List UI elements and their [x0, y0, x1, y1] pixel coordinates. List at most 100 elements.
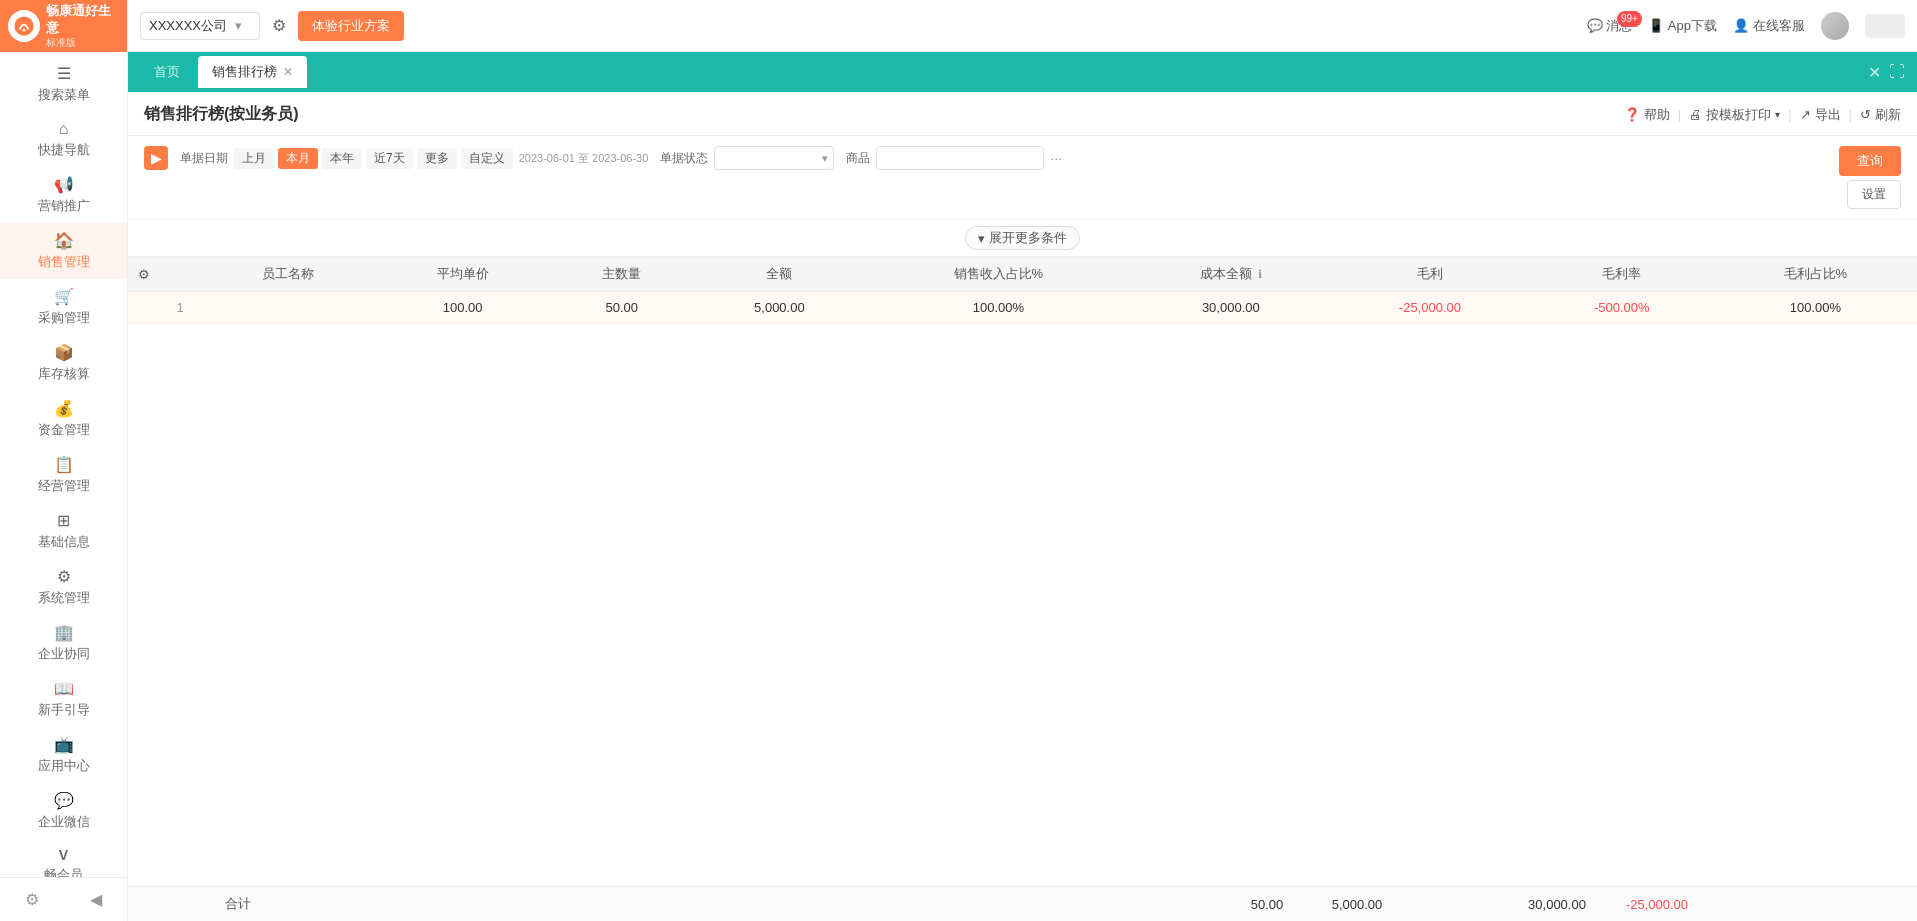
col-gross-rate: 毛利率 [1530, 257, 1714, 292]
filter-fields: 单据日期 上月 本月 本年 近7天 更多 自定义 2023-06-01 至 20… [180, 146, 1827, 170]
guide-icon: 📖 [54, 679, 74, 698]
footer-gross: -25,000.00 [1607, 897, 1707, 912]
marketing-icon: 📢 [54, 175, 74, 194]
sidebar-item-guide[interactable]: 📖 新手引导 [0, 671, 127, 727]
collapse-icon[interactable]: ◀ [82, 886, 110, 913]
sales-icon: 🏠 [54, 231, 74, 250]
sidebar-item-label: 快捷导航 [38, 141, 90, 159]
product-filter-group: 商品 ··· [846, 146, 1062, 170]
company-selector[interactable]: XXXXXX公司 ▾ [140, 12, 260, 40]
app-download-button[interactable]: 📱 App下载 [1648, 17, 1717, 35]
row-gross-rate: -500.00% [1530, 292, 1714, 324]
settings-bottom-icon[interactable]: ⚙ [17, 886, 47, 913]
sidebar-item-member[interactable]: V 畅会员 [0, 839, 127, 877]
row-rank: 1 [160, 292, 200, 324]
trial-button[interactable]: 体验行业方案 [298, 11, 404, 41]
message-icon: 💬 [1587, 18, 1603, 33]
page-title-row: 销售排行榜(按业务员) ❓ 帮助 | 🖨 按模板打印 ▾ | ↗ [144, 104, 1901, 125]
app-download-label: App下载 [1668, 17, 1717, 35]
cost-info-icon[interactable]: ℹ [1258, 268, 1262, 280]
date-opt-last7[interactable]: 近7天 [366, 148, 413, 169]
table-header-row: ⚙ 员工名称 平均单价 主数量 全额 销售收入占比% 成本全额 ℹ 毛利 毛利率 [128, 257, 1917, 292]
col-settings[interactable]: ⚙ [128, 257, 160, 292]
sidebar-item-label: 搜索菜单 [38, 86, 90, 104]
sidebar-item-search[interactable]: ☰ 搜索菜单 [0, 56, 127, 112]
col-qty: 主数量 [550, 257, 693, 292]
date-options: 上月 本月 本年 近7天 更多 自定义 [234, 148, 513, 169]
row-avg-price: 100.00 [375, 292, 550, 324]
date-filter-label: 单据日期 [180, 150, 228, 167]
basic-info-icon: ⊞ [57, 511, 70, 530]
date-opt-more[interactable]: 更多 [417, 148, 457, 169]
help-button[interactable]: ❓ 帮助 [1624, 106, 1670, 124]
sidebar-item-app-center[interactable]: 📺 应用中心 [0, 727, 127, 783]
footer-qty: 50.00 [1227, 897, 1307, 912]
refresh-button[interactable]: ↺ 刷新 [1860, 106, 1901, 124]
table-row: 1 100.00 50.00 5,000.00 100.00% 30,000.0… [128, 292, 1917, 324]
avatar[interactable] [1821, 12, 1849, 40]
status-filter-group: 单据状态 [660, 146, 834, 170]
sidebar-item-label: 库存核算 [38, 365, 90, 383]
footer-amount: 5,000.00 [1307, 897, 1407, 912]
tab-home[interactable]: 首页 [140, 56, 194, 88]
row-amount: 5,000.00 [694, 292, 866, 324]
finance-icon: 💰 [54, 399, 74, 418]
content: 销售排行榜(按业务员) ❓ 帮助 | 🖨 按模板打印 ▾ | ↗ [128, 92, 1917, 921]
date-filter-group: 单据日期 上月 本月 本年 近7天 更多 自定义 2023-06-01 至 20… [180, 148, 648, 169]
close-window-icon[interactable]: ✕ [1868, 63, 1881, 82]
company-name: XXXXXX公司 [149, 17, 227, 35]
data-table-wrap: ⚙ 员工名称 平均单价 主数量 全额 销售收入占比% 成本全额 ℹ 毛利 毛利率 [128, 257, 1917, 886]
filter-line-1: 单据日期 上月 本月 本年 近7天 更多 自定义 2023-06-01 至 20… [180, 146, 1827, 170]
sidebar-item-system[interactable]: ⚙ 系统管理 [0, 559, 127, 615]
topbar-settings-icon[interactable]: ⚙ [268, 12, 290, 39]
tab-sales-rank[interactable]: 销售排行榜 ✕ [198, 56, 307, 88]
row-qty: 50.00 [550, 292, 693, 324]
app-download-icon: 📱 [1648, 18, 1664, 33]
filter-arrow-button[interactable]: ▶ [144, 146, 168, 170]
export-button[interactable]: ↗ 导出 [1800, 106, 1841, 124]
date-range-display: 2023-06-01 至 2023-06-30 [519, 151, 649, 166]
query-button[interactable]: 查询 [1839, 146, 1901, 176]
message-button[interactable]: 💬 消息 99+ [1587, 17, 1632, 35]
date-opt-this-year[interactable]: 本年 [322, 148, 362, 169]
template-print-button[interactable]: 🖨 按模板打印 ▾ [1689, 106, 1780, 124]
online-service-label: 在线客服 [1753, 17, 1805, 35]
svg-point-1 [23, 29, 26, 32]
date-opt-custom[interactable]: 自定义 [461, 148, 513, 169]
filter-row: ▶ 单据日期 上月 本月 本年 近7天 更多 自定义 2023-06-01 至 [128, 136, 1917, 220]
sidebar-item-purchase[interactable]: 🛒 采购管理 [0, 279, 127, 335]
settings-button[interactable]: 设置 [1847, 180, 1901, 209]
sidebar-item-enterprise[interactable]: 🏢 企业协同 [0, 615, 127, 671]
product-input[interactable] [876, 146, 1044, 170]
sidebar-item-basic-info[interactable]: ⊞ 基础信息 [0, 503, 127, 559]
sidebar-item-operation[interactable]: 📋 经营管理 [0, 447, 127, 503]
more-dots-icon[interactable]: ··· [1050, 150, 1062, 166]
tab-close-icon[interactable]: ✕ [283, 66, 293, 78]
print-icon: 🖨 [1689, 107, 1702, 122]
inventory-icon: 📦 [54, 343, 74, 362]
sidebar-item-inventory[interactable]: 📦 库存核算 [0, 335, 127, 391]
date-opt-current-month[interactable]: 本月 [278, 148, 318, 169]
sidebar-item-weixin[interactable]: 💬 企业微信 [0, 783, 127, 839]
row-sales-pct: 100.00% [865, 292, 1131, 324]
expand-conditions-button[interactable]: ▾ 展开更多条件 [965, 226, 1080, 250]
sidebar-item-finance[interactable]: 💰 资金管理 [0, 391, 127, 447]
status-select[interactable] [714, 146, 834, 170]
operation-icon: 📋 [54, 455, 74, 474]
sidebar-item-label: 畅会员 [44, 866, 83, 877]
online-service-button[interactable]: 👤 在线客服 [1733, 17, 1805, 35]
service-icon: 👤 [1733, 18, 1749, 33]
col-sales-pct: 销售收入占比% [865, 257, 1131, 292]
data-table: ⚙ 员工名称 平均单价 主数量 全额 销售收入占比% 成本全额 ℹ 毛利 毛利率 [128, 257, 1917, 324]
date-opt-last-month[interactable]: 上月 [234, 148, 274, 169]
sidebar-item-sales[interactable]: 🏠 销售管理 [0, 223, 127, 279]
logo-subtitle: 标准版 [46, 36, 119, 49]
sidebar-item-quick-nav[interactable]: ⌂ 快捷导航 [0, 112, 127, 167]
member-icon: V [59, 847, 68, 863]
sidebar-item-marketing[interactable]: 📢 营销推广 [0, 167, 127, 223]
row-settings-icon [128, 292, 160, 324]
maximize-icon[interactable]: ⛶ [1889, 63, 1905, 81]
status-select-wrap [714, 146, 834, 170]
sidebar-nav: ☰ 搜索菜单 ⌂ 快捷导航 📢 营销推广 🏠 销售管理 🛒 采购管理 📦 库存核… [0, 52, 127, 877]
svg-point-0 [14, 16, 33, 35]
